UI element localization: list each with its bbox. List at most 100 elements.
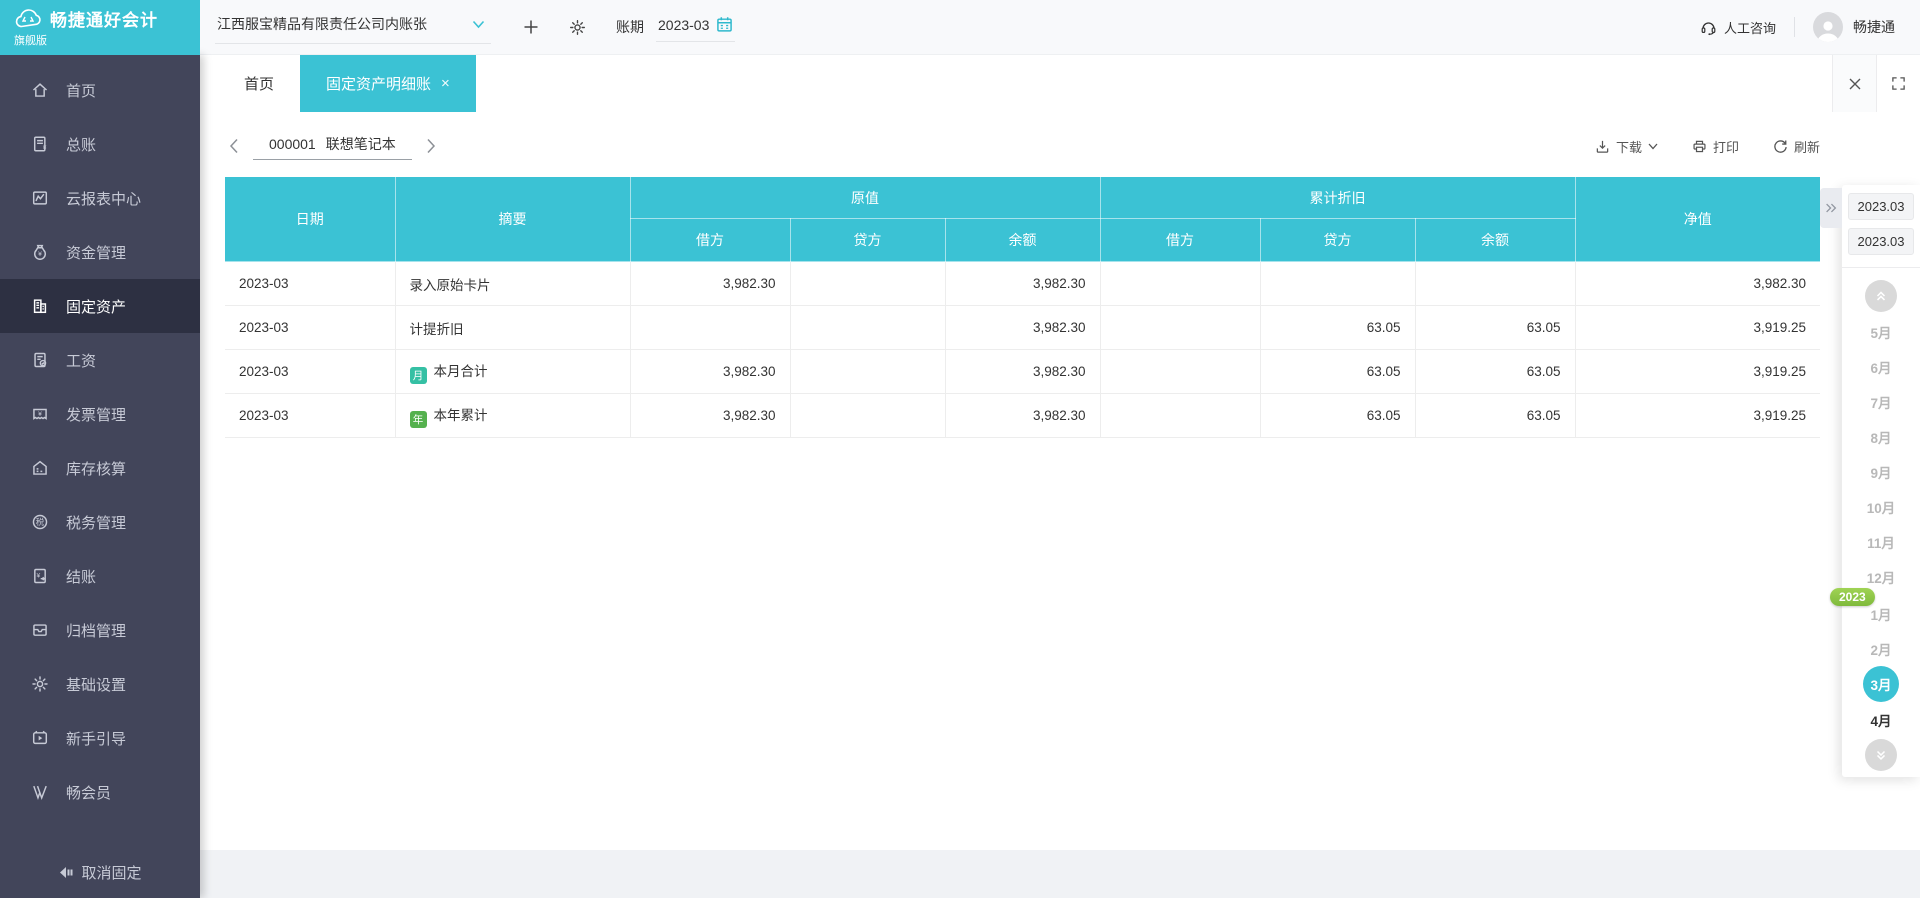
ledger-icon: ¥: [30, 134, 50, 154]
cell-dep-balance: 63.05: [1415, 349, 1576, 394]
period-picker[interactable]: 2023-03: [656, 12, 736, 42]
company-selector[interactable]: 江西服宝精品有限责任公司内账张: [215, 10, 491, 44]
cell-dep-credit: 63.05: [1260, 305, 1416, 350]
table-row[interactable]: 2023-03 录入原始卡片 3,982.30 3,982.30 3,982.30: [225, 261, 1821, 306]
svg-text:¥: ¥: [43, 145, 47, 152]
refresh-button[interactable]: 刷新: [1773, 137, 1820, 156]
month-item[interactable]: 2月: [1857, 631, 1905, 666]
next-asset-button[interactable]: [426, 138, 436, 154]
avatar[interactable]: [1813, 12, 1843, 42]
period-panel: 2023.03 2023.03 5月 6月 7月 8月 9月 10月 11月 12月 2023 1…: [1830, 185, 1920, 777]
col-header-ov-credit[interactable]: 贷方: [789, 218, 946, 262]
svg-text:¥: ¥: [38, 411, 42, 418]
cell-summary: 计提折旧: [395, 305, 631, 350]
cell-ov-debit: 3,982.30: [630, 393, 791, 438]
period-value: 2023-03: [658, 16, 710, 33]
app-window: 畅捷通好会计 旗舰版 江西服宝精品有限责任公司内账张 账期 2023-03 人工…: [0, 0, 1920, 898]
year-total-badge-icon: 年: [409, 410, 427, 428]
sidebar-item-home[interactable]: 首页: [0, 63, 200, 117]
sidebar-item-warehouse[interactable]: 库存核算: [0, 441, 200, 495]
month-item[interactable]: 11月: [1857, 524, 1905, 559]
download-tray-icon: [1595, 139, 1610, 154]
tab-home[interactable]: 首页: [218, 55, 300, 112]
print-button[interactable]: 打印: [1692, 137, 1739, 156]
sidebar-item-ledger[interactable]: ¥ 总账: [0, 117, 200, 171]
unpin-sidebar-button[interactable]: 取消固定: [0, 852, 200, 898]
asset-selector[interactable]: 000001 联想笔记本: [253, 132, 412, 160]
sidebar-item-money[interactable]: ¥ 资金管理: [0, 225, 200, 279]
close-icon[interactable]: ×: [441, 76, 450, 91]
col-header-dep-debit[interactable]: 借方: [1099, 218, 1261, 262]
month-item[interactable]: 8月: [1857, 419, 1905, 454]
col-header-dep-balance[interactable]: 余额: [1414, 218, 1576, 262]
add-account-button[interactable]: [523, 19, 539, 35]
month-item[interactable]: 9月: [1857, 454, 1905, 489]
tax-icon: 税: [30, 512, 50, 532]
user-name[interactable]: 畅捷通: [1853, 17, 1895, 37]
topbar: 江西服宝精品有限责任公司内账张 账期 2023-03 人工咨询 畅捷通: [200, 0, 1920, 55]
sidebar-item-closing[interactable]: ¥ 结账: [0, 549, 200, 603]
tab-label: 首页: [244, 76, 275, 93]
month-item[interactable]: 3月: [1863, 666, 1899, 702]
refresh-icon: [1773, 139, 1788, 154]
cell-dep-debit: [1100, 349, 1261, 394]
period-panel-expander[interactable]: [1820, 188, 1842, 228]
sidebar-item-settings[interactable]: 基础设置: [0, 657, 200, 711]
month-item[interactable]: 6月: [1857, 349, 1905, 384]
prev-asset-button[interactable]: [229, 138, 239, 154]
sidebar-item-label: 归档管理: [66, 622, 127, 640]
gear-icon[interactable]: [569, 19, 586, 36]
cell-ov-credit: [790, 305, 946, 350]
table-row[interactable]: 2023-03 计提折旧 3,982.30 63.05 63.05 3,919.25: [225, 305, 1821, 350]
divider: [1794, 17, 1795, 37]
period-chip-to[interactable]: 2023.03: [1848, 228, 1914, 255]
table-row[interactable]: 2023-03 月本月合计 3,982.30 3,982.30 63.05 63.05 3,…: [225, 349, 1821, 394]
month-item[interactable]: 10月: [1857, 489, 1905, 524]
sidebar-item-building[interactable]: 固定资产: [0, 279, 200, 333]
month-item[interactable]: 5月: [1857, 314, 1905, 349]
collapse-left-icon: [58, 865, 75, 880]
app-title: 畅捷通好会计: [50, 11, 158, 30]
cell-dep-balance: 63.05: [1415, 305, 1576, 350]
sidebar-item-tax[interactable]: 税 税务管理: [0, 495, 200, 549]
table-row[interactable]: 2023-03 年本年累计 3,982.30 3,982.30 63.05 63.05 3,…: [225, 393, 1821, 438]
col-group-original-value[interactable]: 原值: [629, 176, 1101, 219]
svg-text:税: 税: [36, 517, 45, 527]
sidebar-item-label: 结账: [66, 568, 97, 586]
col-header-summary[interactable]: 摘要: [394, 176, 631, 262]
period-label: 账期: [616, 19, 644, 35]
month-item[interactable]: 7月: [1857, 384, 1905, 419]
tab-bar: 首页 固定资产明细账 ×: [200, 55, 1920, 112]
sidebar-item-invoice[interactable]: ¥ 发票管理: [0, 387, 200, 441]
close-all-tabs-button[interactable]: [1832, 55, 1876, 112]
period-chip-from[interactable]: 2023.03: [1848, 193, 1914, 220]
sidebar-item-payroll[interactable]: 工资: [0, 333, 200, 387]
fullscreen-icon[interactable]: [1876, 55, 1920, 112]
sidebar-item-archive[interactable]: 归档管理: [0, 603, 200, 657]
sidebar-item-guide[interactable]: 新手引导: [0, 711, 200, 765]
asset-name: 联想笔记本: [325, 136, 396, 152]
col-header-ov-balance[interactable]: 余额: [944, 218, 1101, 262]
calendar-icon: [716, 16, 733, 33]
cell-dep-debit: [1100, 305, 1261, 350]
col-header-ov-debit[interactable]: 借方: [629, 218, 791, 262]
refresh-label: 刷新: [1793, 139, 1820, 155]
tab-fixed-asset-ledger[interactable]: 固定资产明细账 ×: [300, 55, 476, 112]
scroll-down-button[interactable]: [1865, 739, 1897, 771]
download-button[interactable]: 下载: [1595, 137, 1658, 156]
sidebar-item-label: 资金管理: [66, 244, 127, 262]
col-header-net-value[interactable]: 净值: [1574, 176, 1821, 262]
col-header-date[interactable]: 日期: [225, 176, 396, 262]
cell-ov-credit: [790, 261, 946, 306]
cell-net: 3,982.30: [1575, 261, 1821, 306]
month-item[interactable]: 4月: [1857, 702, 1905, 737]
sidebar-item-report[interactable]: 云报表中心: [0, 171, 200, 225]
col-header-dep-credit[interactable]: 贷方: [1259, 218, 1416, 262]
sidebar-item-label: 发票管理: [66, 406, 127, 424]
support-link[interactable]: 人工咨询: [1700, 18, 1776, 37]
sidebar-item-vip[interactable]: 畅会员: [0, 765, 200, 819]
scroll-up-button[interactable]: [1865, 280, 1897, 312]
col-group-accumulated-depreciation[interactable]: 累计折旧: [1099, 176, 1576, 219]
sidebar-item-label: 畅会员: [66, 784, 112, 802]
invoice-icon: ¥: [30, 404, 50, 424]
